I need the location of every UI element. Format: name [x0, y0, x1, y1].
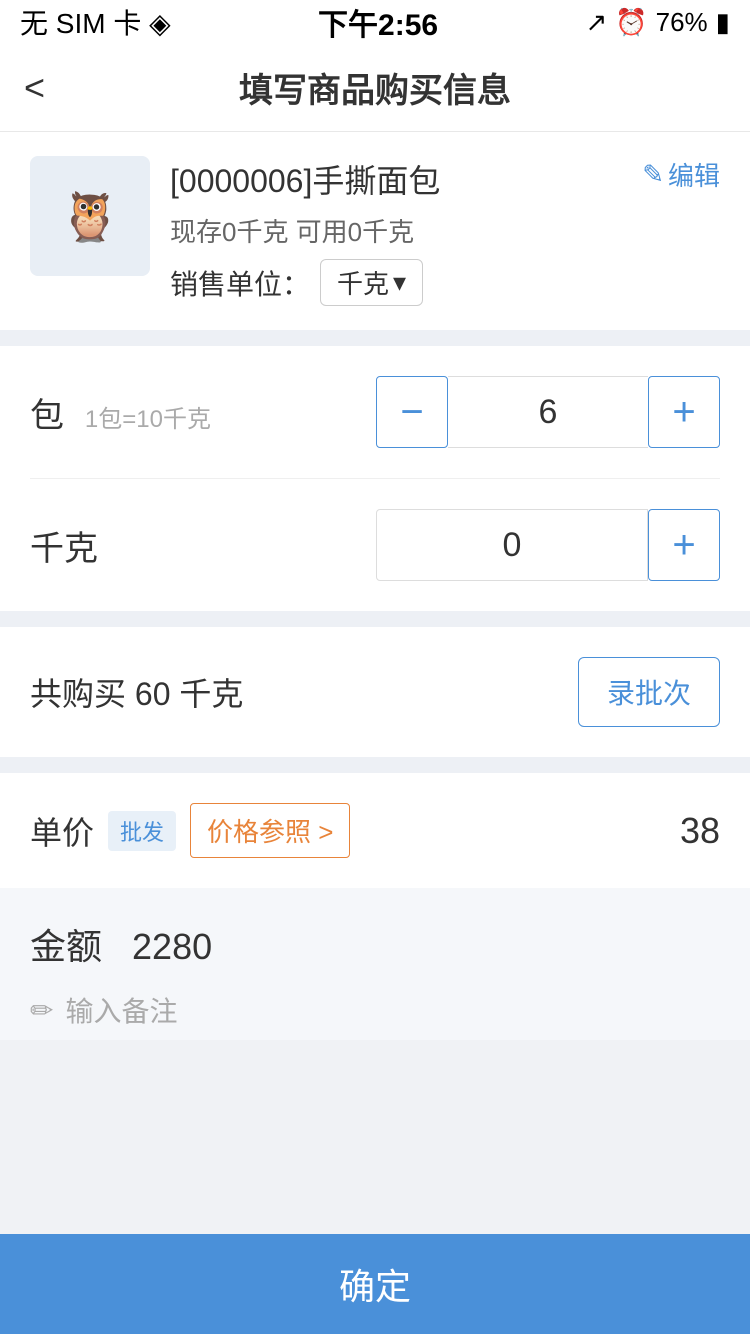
summary-section: 共购买 60 千克 录批次	[0, 627, 750, 757]
amount-label: 金额	[30, 926, 102, 967]
package-row: 包 1包=10千克 − +	[30, 346, 720, 479]
input-section: 包 1包=10千克 − + 千克 +	[0, 346, 750, 611]
kg-label: 千克	[30, 530, 98, 568]
status-time: 下午2:56	[318, 0, 438, 44]
product-card: 🦉 [0000006]手撕面包 ✎ 编辑 现存0千克 可用0千克 销售单位： 千…	[0, 132, 750, 330]
kg-qty-control: +	[376, 509, 720, 581]
package-qty-input[interactable]	[448, 376, 648, 448]
product-info: [0000006]手撕面包 ✎ 编辑 现存0千克 可用0千克 销售单位： 千克 …	[170, 156, 720, 306]
unit-selector[interactable]: 千克 ▾	[320, 259, 423, 306]
summary-text: 共购买 60 千克	[30, 669, 243, 715]
amount-section: 金额 2280 ✏ 输入备注	[0, 888, 750, 1040]
price-left: 单价 批发 价格参照 >	[30, 803, 350, 858]
amount-value: 2280	[132, 926, 212, 967]
unit-label: 销售单位：	[170, 263, 310, 303]
package-increment-button[interactable]: +	[648, 376, 720, 448]
page-title: 填写商品购买信息	[239, 63, 511, 112]
package-qty-control: − +	[376, 376, 720, 448]
note-row[interactable]: ✏ 输入备注	[30, 990, 720, 1030]
package-decrement-button[interactable]: −	[376, 376, 448, 448]
note-placeholder: 输入备注	[65, 990, 177, 1030]
unit-value: 千克	[337, 264, 389, 301]
price-value: 38	[680, 810, 720, 852]
divider-2	[0, 611, 750, 627]
product-name: [0000006]手撕面包	[170, 156, 440, 202]
batch-tag: 批发	[108, 811, 176, 851]
price-section: 单价 批发 价格参照 > 38	[0, 773, 750, 888]
battery-status: 76%	[656, 7, 708, 38]
kg-qty-input[interactable]	[376, 509, 648, 581]
kg-row: 千克 +	[30, 479, 720, 611]
status-bar: 无 SIM 卡 ◈ 下午2:56 ↗ ⏰ 76% ▮	[0, 0, 750, 44]
chevron-down-icon: ▾	[393, 267, 406, 298]
price-label: 单价	[30, 808, 94, 854]
package-hint: 1包=10千克	[85, 406, 211, 433]
edit-button[interactable]: ✎ 编辑	[642, 156, 720, 193]
package-label: 包	[30, 397, 64, 435]
divider-1	[0, 330, 750, 346]
status-left: 无 SIM 卡 ◈	[20, 2, 171, 42]
confirm-button[interactable]: 确定	[0, 1234, 750, 1334]
amount-row: 金额 2280	[30, 918, 720, 970]
kg-increment-button[interactable]: +	[648, 509, 720, 581]
edit-icon: ✎	[642, 159, 664, 190]
divider-3	[0, 757, 750, 773]
nav-bar: < 填写商品购买信息	[0, 44, 750, 132]
batch-button[interactable]: 录批次	[578, 657, 720, 727]
battery-icon: ▮	[716, 7, 730, 38]
status-right: ↗ ⏰ 76% ▮	[585, 7, 730, 38]
product-image: 🦉	[30, 156, 150, 276]
alarm-icon: ⏰	[615, 7, 647, 38]
edit-label: 编辑	[668, 156, 720, 193]
location-icon: ↗	[585, 7, 607, 38]
product-logo: 🦉	[60, 188, 120, 245]
sim-status: 无 SIM 卡 ◈	[20, 2, 171, 42]
back-button[interactable]: <	[24, 67, 45, 109]
note-icon: ✏	[30, 994, 53, 1027]
product-stock: 现存0千克 可用0千克	[170, 212, 720, 249]
price-ref-button[interactable]: 价格参照 >	[190, 803, 350, 858]
